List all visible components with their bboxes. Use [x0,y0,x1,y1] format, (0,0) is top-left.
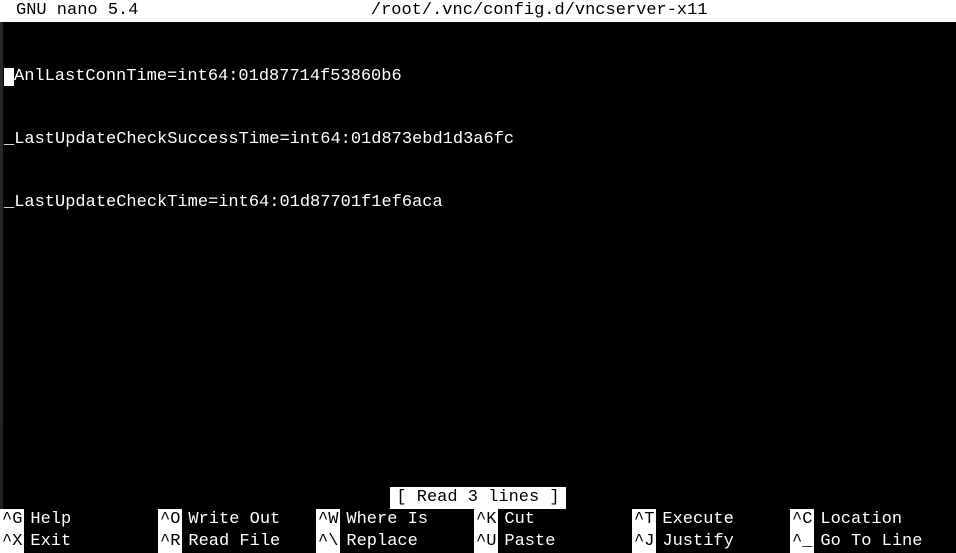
editor-text: _LastUpdateCheckSuccessTime=int64:01d873… [4,130,514,149]
shortcut-key: ^\ [316,531,340,553]
shortcut-row: ^G Help ^O Write Out ^W Where Is ^K Cut … [0,509,956,531]
shortcut-writeout[interactable]: ^O Write Out [158,509,316,531]
shortcut-location[interactable]: ^C Location [790,509,948,531]
shortcut-label: Justify [656,531,733,553]
shortcut-justify[interactable]: ^J Justify [632,531,790,553]
shortcut-exit[interactable]: ^X Exit [0,531,158,553]
editor-line[interactable]: _LastUpdateCheckTime=int64:01d87701f1ef6… [4,192,952,213]
shortcut-key: ^W [316,509,340,531]
editor-area[interactable]: AnlLastConnTime=int64:01d87714f53860b6 _… [0,22,956,255]
shortcut-key: ^R [158,531,182,553]
shortcut-cut[interactable]: ^K Cut [474,509,632,531]
shortcut-label: Where Is [340,509,428,531]
shortcut-key: ^T [632,509,656,531]
shortcut-row: ^X Exit ^R Read File ^\ Replace ^U Paste… [0,531,956,553]
shortcut-label: Paste [498,531,555,553]
shortcut-label: Exit [24,531,71,553]
shortcut-label: Location [814,509,902,531]
shortcut-key: ^O [158,509,182,531]
app-name: GNU nano 5.4 [0,0,138,22]
editor-text: AnlLastConnTime=int64:01d87714f53860b6 [14,67,402,86]
shortcut-label: Write Out [182,509,280,531]
terminal-window: GNU nano 5.4 /root/.vnc/config.d/vncserv… [0,0,956,553]
editor-line[interactable]: AnlLastConnTime=int64:01d87714f53860b6 [4,66,952,87]
file-path: /root/.vnc/config.d/vncserver-x11 [138,0,940,22]
status-bar: [ Read 3 lines ] [0,487,956,509]
shortcut-readfile[interactable]: ^R Read File [158,531,316,553]
shortcut-label: Read File [182,531,280,553]
editor-text: _LastUpdateCheckTime=int64:01d87701f1ef6… [4,193,443,212]
shortcut-replace[interactable]: ^\ Replace [316,531,474,553]
titlebar: GNU nano 5.4 /root/.vnc/config.d/vncserv… [0,0,956,22]
shortcut-bar: ^G Help ^O Write Out ^W Where Is ^K Cut … [0,509,956,553]
cursor [4,68,14,86]
shortcut-key: ^K [474,509,498,531]
shortcut-paste[interactable]: ^U Paste [474,531,632,553]
shortcut-key: ^J [632,531,656,553]
shortcut-label: Replace [340,531,417,553]
shortcut-help[interactable]: ^G Help [0,509,158,531]
shortcut-whereis[interactable]: ^W Where Is [316,509,474,531]
window-edge [0,22,3,509]
shortcut-label: Go To Line [814,531,922,553]
status-message: [ Read 3 lines ] [390,487,565,509]
shortcut-key: ^U [474,531,498,553]
editor-line[interactable]: _LastUpdateCheckSuccessTime=int64:01d873… [4,129,952,150]
shortcut-key: ^X [0,531,24,553]
shortcut-label: Cut [498,509,535,531]
shortcut-label: Help [24,509,71,531]
shortcut-key: ^G [0,509,24,531]
shortcut-gotoline[interactable]: ^_ Go To Line [790,531,948,553]
shortcut-key: ^_ [790,531,814,553]
shortcut-label: Execute [656,509,733,531]
shortcut-key: ^C [790,509,814,531]
shortcut-execute[interactable]: ^T Execute [632,509,790,531]
